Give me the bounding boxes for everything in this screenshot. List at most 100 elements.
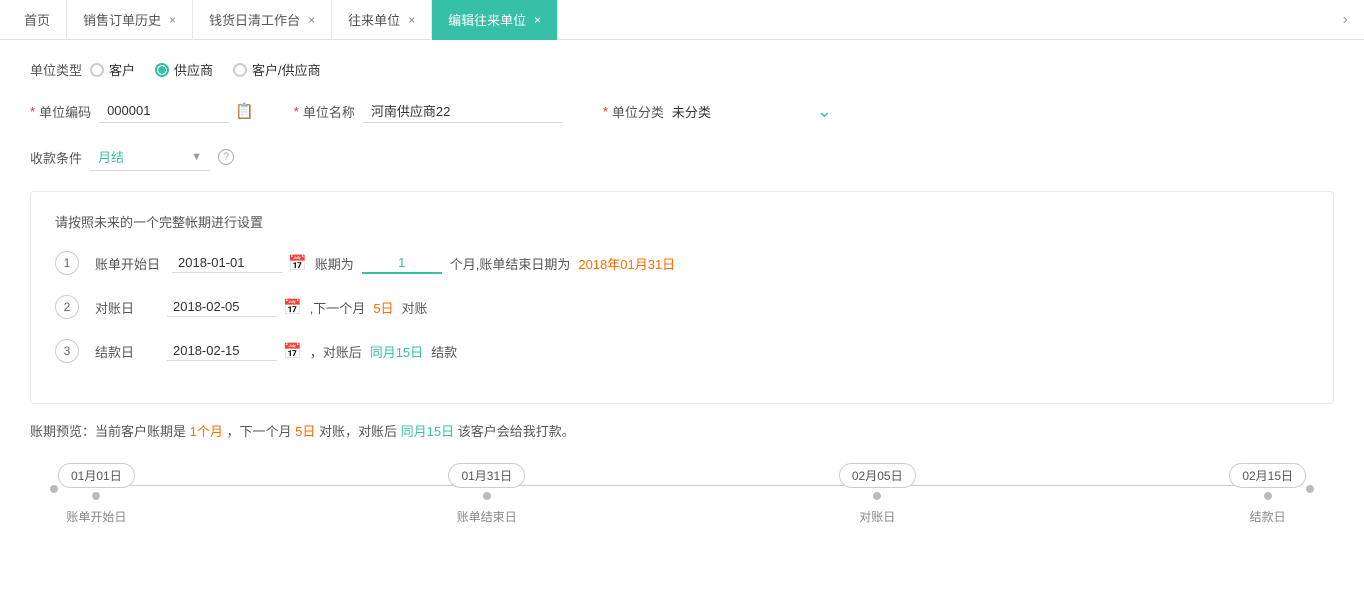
step-3-text2: 结款 (431, 342, 457, 361)
tab-edit-unit-close[interactable]: × (534, 13, 541, 27)
tab-unit-label: 往来单位 (348, 10, 400, 29)
unit-category-arrow-icon: ⌄ (817, 101, 832, 122)
unit-category-label: 单位分类 (612, 102, 664, 121)
unit-name-star: * (294, 104, 299, 119)
step-1-num-input[interactable] (362, 253, 442, 274)
step-1-num: 1 (55, 251, 79, 275)
step-2-cal-icon[interactable]: 📅 (283, 298, 302, 316)
card-title: 请按照未来的一个完整帐期进行设置 (55, 212, 1309, 231)
step-2-date-input[interactable] (167, 297, 277, 317)
radio-customer-circle (90, 63, 104, 77)
preview-sep2: 对账，对账后 (319, 424, 397, 439)
timeline-nodes: 01月01日 账单开始日 01月31日 账单结束日 02月05日 对账日 (50, 463, 1314, 525)
payment-label: 收款条件 (30, 148, 82, 167)
tabs-bar: 首页 销售订单历史 × 钱货日清工作台 × 往来单位 × 编辑往来单位 × › (0, 0, 1364, 40)
timeline-container: 01月01日 账单开始日 01月31日 账单结束日 02月05日 对账日 (30, 463, 1334, 525)
unit-name-group: * 单位名称 (294, 99, 563, 123)
main-content: 单位类型 客户 供应商 客户/供应商 * 单位编码 📋 * 单位名称 (0, 40, 1364, 608)
radio-both-label: 客户/供应商 (252, 60, 321, 79)
timeline-right-end (1306, 485, 1314, 493)
step-3-label: 结款日 (95, 342, 155, 361)
tab-cash-work-close[interactable]: × (308, 13, 315, 27)
timeline-label-1: 账单开始日 (66, 508, 126, 525)
step-2-row: 2 对账日 📅 ,下一个月 5日 对账 (55, 295, 1309, 319)
tab-cash-work-label: 钱货日清工作台 (209, 10, 300, 29)
tab-unit[interactable]: 往来单位 × (332, 0, 432, 40)
step-3-date-input[interactable] (167, 341, 277, 361)
step-3-cal-icon[interactable]: 📅 (283, 342, 302, 360)
tab-sales-history[interactable]: 销售订单历史 × (67, 0, 193, 40)
timeline-line (110, 485, 1254, 486)
radio-supplier-circle (155, 63, 169, 77)
unit-code-label: 单位编码 (39, 102, 91, 121)
preview-part2: 5日 (295, 424, 315, 439)
radio-supplier[interactable]: 供应商 (155, 60, 213, 79)
unit-category-star: * (603, 104, 608, 119)
step-3-row: 3 结款日 📅 ，对账后 同月15日 结款 (55, 339, 1309, 363)
unit-code-star: * (30, 104, 35, 119)
timeline-node-2: 01月31日 账单结束日 (448, 463, 525, 525)
payment-dropdown[interactable]: 月结 ▼ (90, 143, 210, 171)
radio-supplier-label: 供应商 (174, 60, 213, 79)
timeline-dot-4 (1264, 492, 1272, 500)
timeline-badge-2: 01月31日 (448, 463, 525, 488)
timeline-left-dot (50, 485, 58, 493)
timeline-dot-2 (483, 492, 491, 500)
timeline-label-3: 对账日 (859, 508, 895, 525)
preview-text: 账期预览：当前客户账期是 1个月 ，下一个月 5日 对账，对账后 同月15日 该… (30, 420, 1334, 443)
radio-both-circle (233, 63, 247, 77)
payment-dropdown-arrow-icon: ▼ (191, 151, 202, 163)
preview-label: 账期预览：当前客户账期是 (30, 424, 186, 439)
timeline-left-end (50, 485, 58, 493)
radio-group-unit-type: 客户 供应商 客户/供应商 (90, 60, 321, 79)
tabs-arrow[interactable]: › (1335, 11, 1356, 29)
timeline-badge-1: 01月01日 (58, 463, 135, 488)
step-2-label: 对账日 (95, 298, 155, 317)
step-2-num: 2 (55, 295, 79, 319)
unit-category-select[interactable]: 未分类 ⌄ (672, 101, 832, 122)
step-1-text-period: 账期为 (315, 254, 354, 273)
timeline-badge-3: 02月05日 (839, 463, 916, 488)
payment-help-icon[interactable]: ? (218, 149, 234, 165)
unit-type-row: 单位类型 客户 供应商 客户/供应商 (30, 60, 1334, 79)
settings-card: 请按照未来的一个完整帐期进行设置 1 账单开始日 📅 账期为 个月,账单结束日期… (30, 191, 1334, 404)
tab-sales-history-close[interactable]: × (169, 13, 176, 27)
tab-home[interactable]: 首页 (8, 0, 67, 40)
unit-category-group: * 单位分类 未分类 ⌄ (603, 101, 832, 122)
unit-type-label: 单位类型 (30, 60, 82, 79)
timeline-label-2: 账单结束日 (457, 508, 517, 525)
timeline-node-4: 02月15日 结款日 (1229, 463, 1306, 525)
step-1-row: 1 账单开始日 📅 账期为 个月,账单结束日期为 2018年01月31日 (55, 251, 1309, 275)
tab-unit-close[interactable]: × (408, 13, 415, 27)
payment-row: 收款条件 月结 ▼ ? (30, 143, 1334, 171)
tab-edit-unit[interactable]: 编辑往来单位 × (432, 0, 558, 40)
step-3-num: 3 (55, 339, 79, 363)
preview-sep3: 该客户会给我打款。 (458, 424, 575, 439)
main-fields-row: * 单位编码 📋 * 单位名称 * 单位分类 未分类 ⌄ (30, 99, 1334, 123)
step-1-date-input[interactable] (172, 253, 282, 273)
timeline-node-3: 02月05日 对账日 (839, 463, 916, 525)
timeline-dot-1 (92, 492, 100, 500)
step-1-cal-icon[interactable]: 📅 (288, 254, 307, 272)
timeline-badge-4: 02月15日 (1229, 463, 1306, 488)
step-2-highlight: 5日 (373, 298, 393, 317)
tab-cash-work[interactable]: 钱货日清工作台 × (193, 0, 332, 40)
timeline-label-4: 结款日 (1250, 508, 1286, 525)
tab-edit-unit-label: 编辑往来单位 (448, 10, 526, 29)
radio-customer[interactable]: 客户 (90, 60, 135, 79)
preview-part1: 1个月 (190, 424, 223, 439)
timeline-right-dot (1306, 485, 1314, 493)
radio-both[interactable]: 客户/供应商 (233, 60, 321, 79)
step-1-text-month: 个月,账单结束日期为 (450, 254, 571, 273)
preview-sep1: ，下一个月 (227, 424, 292, 439)
preview-part3: 同月15日 (401, 424, 454, 439)
unit-code-group: * 单位编码 📋 (30, 99, 254, 123)
unit-category-value: 未分类 (672, 102, 809, 121)
unit-code-copy-icon[interactable]: 📋 (235, 102, 254, 120)
unit-name-input[interactable] (363, 99, 563, 123)
unit-name-label: 单位名称 (303, 102, 355, 121)
step-2-text2: 对账 (402, 298, 428, 317)
unit-code-input[interactable] (99, 99, 229, 123)
timeline-node-1: 01月01日 账单开始日 (58, 463, 135, 525)
timeline-dot-3 (873, 492, 881, 500)
